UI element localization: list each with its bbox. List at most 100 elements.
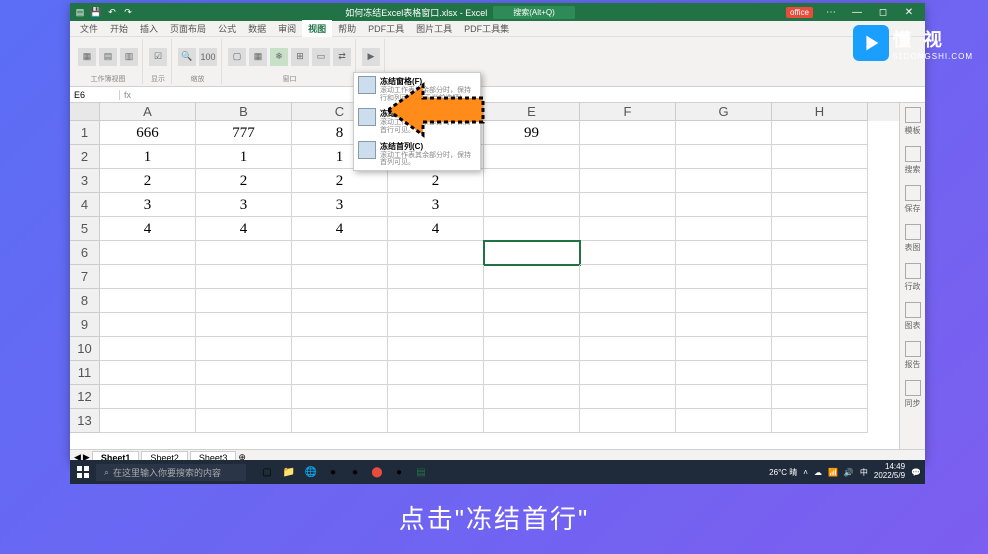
record-icon[interactable]: ⬤: [368, 463, 386, 481]
cell[interactable]: [484, 145, 580, 169]
panel-save[interactable]: 保存: [903, 185, 923, 214]
cell[interactable]: [292, 289, 388, 313]
col-header-e[interactable]: E: [484, 103, 580, 121]
cell[interactable]: [100, 361, 196, 385]
search-box[interactable]: 搜索(Alt+Q): [493, 6, 575, 19]
cell[interactable]: [580, 121, 676, 145]
cell[interactable]: 777: [196, 121, 292, 145]
cell[interactable]: [772, 385, 868, 409]
cell[interactable]: [484, 169, 580, 193]
row-header[interactable]: 13: [70, 409, 100, 433]
cell[interactable]: [484, 241, 580, 265]
tab-review[interactable]: 审阅: [272, 20, 302, 37]
cell[interactable]: [388, 361, 484, 385]
cell[interactable]: [388, 241, 484, 265]
panel-search[interactable]: 搜索: [903, 146, 923, 175]
cell[interactable]: [772, 169, 868, 193]
cell[interactable]: [484, 361, 580, 385]
cell[interactable]: [580, 145, 676, 169]
app3-icon[interactable]: ●: [390, 463, 408, 481]
switch-icon[interactable]: ⇄: [333, 48, 351, 66]
cell[interactable]: [772, 217, 868, 241]
cell[interactable]: [292, 313, 388, 337]
cell[interactable]: [772, 289, 868, 313]
cell[interactable]: 4: [388, 217, 484, 241]
cell[interactable]: [580, 289, 676, 313]
redo-icon[interactable]: ↷: [122, 6, 134, 18]
cell[interactable]: [676, 361, 772, 385]
row-header[interactable]: 6: [70, 241, 100, 265]
cell[interactable]: [580, 361, 676, 385]
undo-icon[interactable]: ↶: [106, 6, 118, 18]
cell[interactable]: [100, 241, 196, 265]
cell[interactable]: [100, 385, 196, 409]
cell[interactable]: [772, 409, 868, 433]
cell[interactable]: [580, 241, 676, 265]
cell[interactable]: [388, 313, 484, 337]
cell[interactable]: 1: [100, 145, 196, 169]
explorer-icon[interactable]: 📁: [280, 463, 298, 481]
cell[interactable]: 4: [292, 217, 388, 241]
cell[interactable]: [676, 409, 772, 433]
arrange-icon[interactable]: ▦: [249, 48, 267, 66]
row-header[interactable]: 5: [70, 217, 100, 241]
task-view-icon[interactable]: ▢: [258, 463, 276, 481]
cell[interactable]: [484, 217, 580, 241]
tray-up-icon[interactable]: ˄: [803, 468, 808, 477]
tab-help[interactable]: 帮助: [332, 20, 362, 37]
newwindow-icon[interactable]: ▢: [228, 48, 246, 66]
cell[interactable]: [292, 409, 388, 433]
cell[interactable]: [292, 265, 388, 289]
cell[interactable]: [196, 385, 292, 409]
cell[interactable]: [676, 337, 772, 361]
normal-view-icon[interactable]: ▦: [78, 48, 96, 66]
weather-widget[interactable]: 26°C 晴: [769, 467, 797, 478]
tray-volume-icon[interactable]: 🔊: [844, 468, 854, 477]
cell[interactable]: [676, 241, 772, 265]
cell[interactable]: [388, 385, 484, 409]
cell[interactable]: [580, 193, 676, 217]
cell[interactable]: [580, 385, 676, 409]
tab-view[interactable]: 视图: [302, 20, 332, 37]
cell[interactable]: [484, 193, 580, 217]
zoom-icon[interactable]: 🔍: [178, 48, 196, 66]
cell[interactable]: [100, 337, 196, 361]
cell[interactable]: 666: [100, 121, 196, 145]
row-header[interactable]: 3: [70, 169, 100, 193]
cell[interactable]: 3: [196, 193, 292, 217]
freeze-panes-item[interactable]: 冻结窗格(F)滚动工作表其余部分时，保持行和列可见(基于当前选择)。: [354, 73, 480, 105]
cell[interactable]: [676, 265, 772, 289]
row-header[interactable]: 4: [70, 193, 100, 217]
fx-icon[interactable]: fx: [120, 90, 135, 100]
cell[interactable]: [484, 289, 580, 313]
cell[interactable]: [484, 313, 580, 337]
row-header[interactable]: 9: [70, 313, 100, 337]
tab-pdfset[interactable]: PDF工具集: [458, 20, 515, 37]
cell[interactable]: [388, 409, 484, 433]
ribbon-options-icon[interactable]: ⋯: [819, 4, 843, 20]
cell[interactable]: [484, 409, 580, 433]
tray-ime-icon[interactable]: 中: [860, 467, 868, 478]
cell[interactable]: [580, 169, 676, 193]
panel-sync[interactable]: 同步: [903, 380, 923, 409]
tab-formulas[interactable]: 公式: [212, 20, 242, 37]
cell[interactable]: [676, 121, 772, 145]
cell[interactable]: [580, 337, 676, 361]
tray-network-icon[interactable]: 📶: [828, 468, 838, 477]
tab-picture[interactable]: 图片工具: [410, 20, 458, 37]
tab-file[interactable]: 文件: [74, 20, 104, 37]
app1-icon[interactable]: ●: [324, 463, 342, 481]
col-header-h[interactable]: H: [772, 103, 868, 121]
cell[interactable]: [772, 145, 868, 169]
cell[interactable]: [196, 313, 292, 337]
cell[interactable]: [676, 313, 772, 337]
cell[interactable]: [580, 217, 676, 241]
row-header[interactable]: 1: [70, 121, 100, 145]
cell[interactable]: [196, 289, 292, 313]
row-header[interactable]: 8: [70, 289, 100, 313]
cell[interactable]: [292, 385, 388, 409]
cell[interactable]: [388, 289, 484, 313]
zoom100-icon[interactable]: 100: [199, 48, 217, 66]
cell[interactable]: [100, 313, 196, 337]
panel-report[interactable]: 报告: [903, 341, 923, 370]
